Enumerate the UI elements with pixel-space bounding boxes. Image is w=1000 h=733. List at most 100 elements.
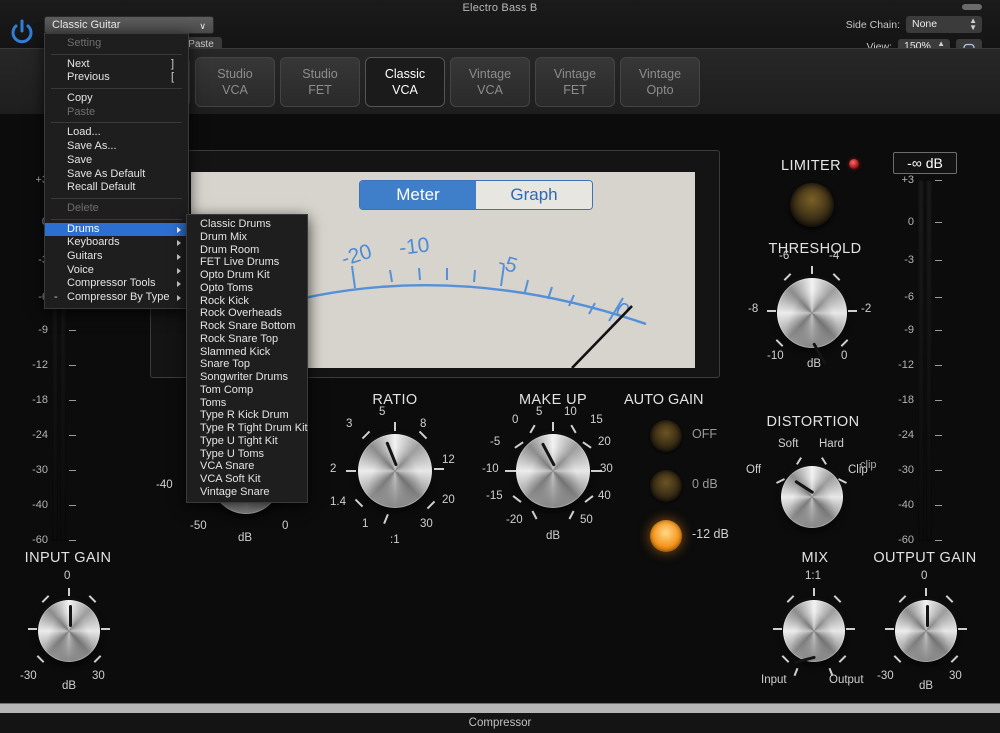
menu-item-save-as-default[interactable]: Save As Default [45,168,188,182]
svg-text:-5: -5 [496,251,520,278]
tab-studio-vca[interactable]: Studio VCA [195,57,275,107]
ratio-label-3: 3 [346,418,353,430]
output-meter-label: 0 [907,216,914,228]
menu-item-label: Guitars [67,249,103,262]
menu-item-label: Compressor By Type [67,291,170,303]
hidden-knob-label-max: 0 [282,520,289,532]
tab-label-line1: Studio [217,67,253,81]
mix-label-input: Input [761,674,787,686]
menu-item-guitars[interactable]: Guitars [45,250,188,264]
submenu-item[interactable]: Drum Room [187,244,307,257]
ratio-unit: :1 [390,534,400,546]
ratio-label-5: 5 [379,406,386,418]
auto-gain-title: AUTO GAIN [624,392,704,408]
mix-knob[interactable] [783,600,845,665]
ratio-title: RATIO [372,392,418,408]
distortion-title: DISTORTION [766,414,860,430]
submenu-item[interactable]: Opto Drum Kit [187,269,307,282]
mix-label-output: Output [829,674,864,686]
preset-select[interactable]: Classic Guitar ∨ [44,16,214,34]
menu-item-save-as[interactable]: Save As... [45,140,188,154]
window-handle[interactable] [962,4,982,10]
menu-item-load[interactable]: Load... [45,126,188,140]
vu-needle [571,305,633,368]
submenu-item[interactable]: Slammed Kick [187,346,307,359]
makeup-label-5: 5 [536,406,543,418]
output-meter-label: -24 [898,429,914,441]
mix-knob-pointer [793,655,816,665]
menu-item-keyboards[interactable]: Keyboards [45,236,188,250]
menu-item-save[interactable]: Save [45,154,188,168]
input-gain-knob[interactable] [38,600,100,662]
makeup-knob[interactable] [516,434,590,508]
tab-label-line2: FET [563,83,587,97]
submenu-item[interactable]: Rock Overheads [187,307,307,320]
distortion-knob[interactable] [781,466,843,528]
limiter-button[interactable] [790,183,834,227]
chevron-right-icon [177,281,181,288]
menu-item-recall-default[interactable]: Recall Default [45,181,188,195]
submenu-item[interactable]: Rock Snare Bottom [187,320,307,333]
side-chain-select[interactable]: None ▲ ▼ [906,16,982,33]
chevron-down-icon: ∨ [199,21,206,31]
limiter-group: LIMITER THRESHOLD -6 -4 -8 -2 -10 dB 0 [745,150,885,410]
output-gain-knob[interactable] [895,600,957,662]
tab-vintage-fet[interactable]: Vintage FET [535,57,615,107]
ratio-label-8: 8 [420,418,427,430]
submenu-item[interactable]: Type R Tight Drum Kit [187,422,308,435]
hidden-knob-label-min: -50 [190,520,207,532]
power-icon[interactable] [8,18,36,46]
drums-submenu[interactable]: Classic Drums Drum Mix Drum Room FET Liv… [186,214,308,503]
submenu-item[interactable]: Type U Toms [187,448,307,461]
submenu-item[interactable]: FET Live Drums [187,256,307,269]
tab-vintage-vca[interactable]: Vintage VCA [450,57,530,107]
submenu-item[interactable]: VCA Soft Kit [187,473,307,486]
tab-classic-vca[interactable]: Classic VCA [365,57,445,107]
tab-label-line1: Classic [384,67,426,81]
output-meter-bar-left [918,180,924,541]
side-chain-value: None [912,18,938,30]
menu-item-compressor-by-type[interactable]: - Compressor By Type [45,291,188,305]
input-meter-label: -40 [32,499,48,511]
submenu-item[interactable]: Toms [187,397,307,410]
menu-separator [51,88,182,90]
submenu-item[interactable]: Songwriter Drums [187,371,307,384]
menu-item-compressor-tools[interactable]: Compressor Tools [45,277,188,291]
submenu-item[interactable]: Type R Kick Drum [187,409,307,422]
submenu-item[interactable]: Rock Snare Top [187,333,307,346]
auto-gain-group: AUTO GAIN OFF 0 dB -12 dB [620,392,740,552]
tab-vintage-opto[interactable]: Vintage Opto [620,57,700,107]
menu-item-drums[interactable]: Drums [45,222,188,237]
tab-label-line2: VCA [222,83,248,97]
auto-gain-led-minus12db[interactable] [650,520,682,552]
submenu-item[interactable]: Drum Mix [187,231,307,244]
output-gain-group: OUTPUT GAIN 0 -30 dB 30 [865,550,985,700]
submenu-item[interactable]: VCA Snare [187,460,307,473]
horizontal-scrollbar[interactable] [0,703,1000,713]
submenu-item[interactable]: Vintage Snare [187,486,307,499]
submenu-item[interactable]: Tom Comp [187,384,307,397]
menu-item-shortcut: ] [170,57,174,70]
menu-item-previous[interactable]: Previous [ [45,71,188,85]
tab-studio-fet[interactable]: Studio FET [280,57,360,107]
submenu-item[interactable]: Classic Drums [187,218,307,231]
menu-item-copy[interactable]: Copy [45,92,188,106]
submenu-item[interactable]: Snare Top [187,358,307,371]
menu-item-next[interactable]: Next ] [45,58,188,72]
distortion-label-soft: Soft [778,438,799,450]
threshold-label-m4: -4 [829,250,840,262]
menu-item-voice[interactable]: Voice [45,264,188,278]
output-meter-label: -18 [898,394,914,406]
side-chain-label: Side Chain: [845,18,900,31]
preset-menu[interactable]: Setting Next ] Previous [ Copy Paste Loa… [44,33,189,309]
makeup-title: MAKE UP [518,392,588,408]
auto-gain-led-off[interactable] [650,420,682,452]
threshold-knob[interactable] [777,278,847,365]
ratio-knob[interactable] [358,434,432,508]
output-gain-label-max: 30 [949,670,962,682]
submenu-item[interactable]: Type U Tight Kit [187,435,307,448]
auto-gain-led-0db[interactable] [650,470,682,502]
tab-label-line2: Opto [646,83,674,97]
submenu-item[interactable]: Rock Kick [187,295,307,308]
submenu-item[interactable]: Opto Toms [187,282,307,295]
